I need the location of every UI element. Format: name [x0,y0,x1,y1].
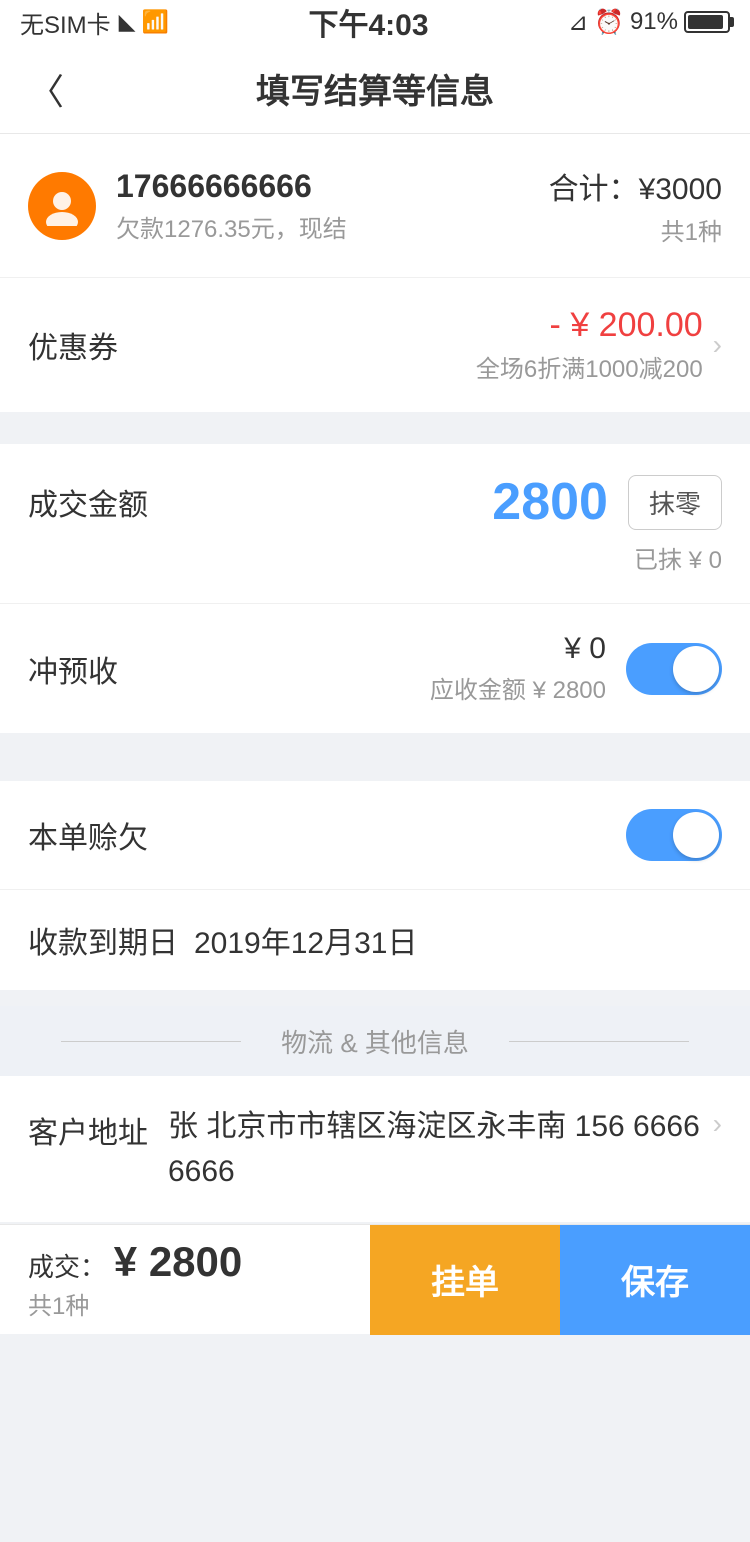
advance-right: ¥ 0 应收金额 ¥ 2800 [430,632,722,705]
customer-row: 17666666666 欠款1276.35元，现结 合计：¥3000 共1种 [0,134,750,277]
avatar [28,172,96,240]
section-sep-1 [0,428,750,444]
battery-percent: 91% [630,8,678,36]
coupon-amount: - ¥ 200.00 [550,306,703,345]
status-right: ⊿ ⏰ 91% [568,8,730,37]
advance-amount-group: ¥ 0 应收金额 ¥ 2800 [430,632,606,705]
carrier-label: 无SIM卡 [20,5,111,40]
debt-card: 本单赊欠 收款到期日 2019年12月31日 [0,781,750,990]
coupon-desc: 全场6折满1000减200 [476,349,703,384]
customer-phone: 17666666666 [116,168,347,205]
advance-amount: ¥ 0 [430,632,606,666]
total-label: 合计： [549,173,639,206]
bottom-summary: 成交： ¥ 2800 共1种 [0,1238,370,1321]
page-title: 填写结算等信息 [256,64,494,113]
wifi-icon: ◣ 📶 [119,9,169,35]
amount-section: 成交金额 2800 抹零 已抹 ¥ 0 [0,444,750,603]
address-value: 张 北京市市辖区海淀区永丰南 156 6666 6666 [168,1104,703,1194]
advance-toggle[interactable] [626,643,722,695]
address-label: 客户地址 [28,1104,148,1152]
coupon-row[interactable]: 优惠券 - ¥ 200.00 全场6折满1000减200 › [0,277,750,412]
status-time: 下午4:03 [309,0,429,44]
amount-card: 成交金额 2800 抹零 已抹 ¥ 0 冲预收 ¥ 0 应收金额 ¥ 2800 [0,444,750,733]
advance-row: 冲预收 ¥ 0 应收金额 ¥ 2800 [28,632,722,705]
address-chevron: › [713,1104,722,1140]
save-button[interactable]: 保存 [560,1225,750,1335]
advance-label: 冲预收 [28,647,118,691]
bottom-total-label: 成交： [28,1252,106,1282]
customer-left: 17666666666 欠款1276.35元，现结 [28,168,347,244]
total-amount: ¥3000 [639,173,722,206]
logistics-label: 物流 & 其他信息 [281,1023,469,1060]
advance-sub: 应收金额 ¥ 2800 [430,670,606,705]
advance-section: 冲预收 ¥ 0 应收金额 ¥ 2800 [0,603,750,733]
amount-right: 2800 抹零 [492,472,722,532]
amount-sub: 已抹 ¥ 0 [28,540,722,575]
toggle-knob [673,646,719,692]
debt-toggle[interactable] [626,809,722,861]
debt-label: 本单赊欠 [28,813,148,857]
header-line-left [61,1041,241,1042]
coupon-label: 优惠券 [28,323,118,367]
location-icon: ⊿ [568,8,588,37]
back-button[interactable]: 〈 [28,63,64,115]
bottom-count: 共1种 [28,1286,370,1321]
status-left: 无SIM卡 ◣ 📶 [20,5,169,40]
coupon-right: - ¥ 200.00 全场6折满1000减200 [476,306,703,384]
alarm-icon: ⏰ [594,8,624,37]
logistics-header: 物流 & 其他信息 [0,1006,750,1076]
nav-bar: 〈 填写结算等信息 [0,44,750,134]
debt-row: 本单赊欠 [0,781,750,889]
customer-right: 合计：¥3000 共1种 [549,164,722,247]
coupon-chevron: › [713,329,722,361]
round-button[interactable]: 抹零 [628,475,722,530]
section-sep-2 [0,749,750,765]
customer-total: 合计：¥3000 [549,164,722,208]
customer-count: 共1种 [549,212,722,247]
amount-label: 成交金额 [28,480,148,524]
bottom-bar: 成交： ¥ 2800 共1种 挂单 保存 [0,1224,750,1334]
debt-toggle-knob [673,812,719,858]
address-section[interactable]: 客户地址 张 北京市市辖区海淀区永丰南 156 6666 6666 › [0,1076,750,1222]
due-date-value: 2019年12月31日 [194,918,417,962]
due-date-row: 收款到期日 2019年12月31日 [0,889,750,990]
bottom-total-row: 成交： ¥ 2800 [28,1238,370,1286]
battery-icon [684,11,730,33]
hold-button[interactable]: 挂单 [370,1225,560,1335]
customer-info: 17666666666 欠款1276.35元，现结 [116,168,347,244]
amount-value: 2800 [492,472,608,532]
status-bar: 无SIM卡 ◣ 📶 下午4:03 ⊿ ⏰ 91% [0,0,750,44]
bottom-total-amount: ¥ 2800 [114,1238,242,1285]
customer-sub: 欠款1276.35元，现结 [116,209,347,244]
amount-row: 成交金额 2800 抹零 [28,472,722,532]
header-line-right [509,1041,689,1042]
due-date-label: 收款到期日 [28,918,178,962]
customer-card: 17666666666 欠款1276.35元，现结 合计：¥3000 共1种 优… [0,134,750,412]
